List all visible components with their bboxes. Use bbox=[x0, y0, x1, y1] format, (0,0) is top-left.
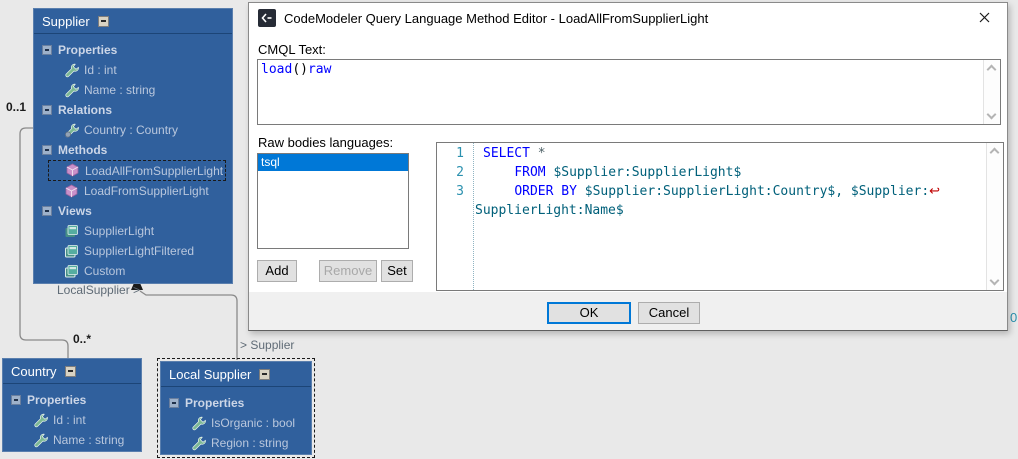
collapse-icon[interactable] bbox=[11, 395, 21, 405]
code-line: 1 SELECT * bbox=[437, 146, 986, 165]
chevron-up-icon[interactable] bbox=[989, 147, 1000, 158]
property-item[interactable]: Region : string bbox=[161, 433, 305, 453]
section-views[interactable]: Views bbox=[34, 201, 232, 221]
view-icon bbox=[65, 264, 78, 277]
entity-header[interactable]: Supplier bbox=[34, 9, 232, 34]
view-item[interactable]: SupplierLightFiltered bbox=[34, 241, 226, 261]
languages-listbox[interactable]: tsql bbox=[257, 153, 409, 249]
code-line: 2 FROM $Supplier:SupplierLight$ bbox=[437, 165, 986, 184]
close-button[interactable] bbox=[962, 3, 1007, 32]
method-editor-dialog: CodeModeler Query Language Method Editor… bbox=[248, 2, 1008, 331]
relation-wrench-icon bbox=[65, 123, 79, 137]
view-icon bbox=[65, 224, 78, 237]
language-list-item[interactable]: tsql bbox=[258, 154, 408, 171]
property-item[interactable]: IsOrganic : bool bbox=[161, 413, 305, 433]
property-item[interactable]: Name : string bbox=[34, 80, 226, 100]
word-wrap-icon: ↩ bbox=[929, 184, 941, 199]
editor-scrollbar[interactable] bbox=[986, 143, 1003, 290]
collapse-icon[interactable] bbox=[97, 15, 109, 27]
diagram-canvas: 0..1 0..* LocalSupplier > > Supplier 0 S… bbox=[0, 0, 1018, 459]
relation-label: > Supplier bbox=[240, 338, 295, 352]
multiplicity-label: 0..* bbox=[73, 332, 92, 346]
cmql-token: () bbox=[292, 62, 308, 77]
entity-title: Supplier bbox=[42, 13, 90, 29]
multiplicity-label: 0..1 bbox=[6, 100, 27, 114]
entity-supplier[interactable]: Supplier Properties Id : int Name : stri… bbox=[33, 8, 233, 284]
section-properties[interactable]: Properties bbox=[161, 393, 311, 413]
collapse-icon[interactable] bbox=[42, 45, 52, 55]
wrench-icon bbox=[192, 416, 206, 430]
chevron-down-icon[interactable] bbox=[986, 109, 997, 120]
dialog-title: CodeModeler Query Language Method Editor… bbox=[284, 10, 709, 26]
sql-code-editor[interactable]: 1 SELECT * 2 FROM $Supplier:SupplierLigh… bbox=[436, 142, 1004, 291]
method-item-selected[interactable]: LoadAllFromSupplierLight bbox=[48, 160, 226, 181]
entity-title: Country bbox=[11, 363, 57, 379]
view-icon bbox=[65, 244, 78, 257]
chevron-down-icon[interactable] bbox=[989, 275, 1000, 286]
relation-item[interactable]: Country : Country bbox=[34, 120, 226, 140]
cmql-token: raw bbox=[307, 62, 332, 77]
close-icon bbox=[979, 12, 990, 23]
cmql-token: load bbox=[261, 62, 293, 77]
app-icon bbox=[258, 9, 276, 27]
collapse-icon[interactable] bbox=[42, 206, 52, 216]
cmql-scrollbar[interactable] bbox=[983, 60, 1000, 124]
dialog-titlebar[interactable]: CodeModeler Query Language Method Editor… bbox=[249, 3, 1007, 33]
entity-header[interactable]: Local Supplier bbox=[161, 362, 311, 387]
cmql-text-input[interactable]: load()raw bbox=[257, 59, 1001, 125]
wrench-icon bbox=[34, 413, 48, 427]
code-line: 3 ORDER BY $Supplier:SupplierLight:Count… bbox=[437, 184, 986, 203]
entity-title: Local Supplier bbox=[169, 366, 252, 382]
collapse-icon[interactable] bbox=[169, 398, 179, 408]
clipped-canvas-text: 0 bbox=[1010, 310, 1018, 325]
gutter-separator bbox=[473, 143, 474, 290]
wrench-icon bbox=[65, 83, 79, 97]
collapse-icon[interactable] bbox=[42, 105, 52, 115]
ok-button[interactable]: OK bbox=[547, 302, 631, 324]
line-number: 1 bbox=[456, 146, 464, 161]
code-line-wrapped: SupplierLight:Name$ bbox=[437, 203, 986, 222]
line-number: 3 bbox=[456, 184, 464, 199]
section-methods[interactable]: Methods bbox=[34, 140, 232, 160]
section-relations[interactable]: Relations bbox=[34, 100, 232, 120]
line-number: 2 bbox=[456, 165, 464, 180]
method-item[interactable]: LoadFromSupplierLight bbox=[34, 181, 226, 201]
wrench-icon bbox=[34, 433, 48, 447]
wrench-icon bbox=[65, 63, 79, 77]
entity-header[interactable]: Country bbox=[3, 359, 141, 384]
cancel-button[interactable]: Cancel bbox=[638, 302, 700, 324]
collapse-icon[interactable] bbox=[42, 145, 52, 155]
set-button[interactable]: Set bbox=[381, 260, 413, 282]
property-item[interactable]: Id : int bbox=[3, 410, 135, 430]
inheritance-label: LocalSupplier > bbox=[57, 283, 141, 297]
collapse-icon[interactable] bbox=[64, 365, 76, 377]
inheritance-line-localsupplier-supplier bbox=[139, 290, 238, 360]
entity-country[interactable]: Country Properties Id : int Name : strin… bbox=[2, 358, 142, 452]
collapse-icon[interactable] bbox=[259, 368, 271, 380]
view-item[interactable]: Custom bbox=[34, 261, 226, 281]
chevron-up-icon[interactable] bbox=[986, 64, 997, 75]
raw-bodies-label: Raw bodies languages: bbox=[258, 135, 394, 150]
entity-local-supplier[interactable]: Local Supplier Properties IsOrganic : bo… bbox=[157, 358, 315, 458]
property-item[interactable]: Id : int bbox=[34, 60, 226, 80]
section-properties[interactable]: Properties bbox=[3, 390, 141, 410]
add-button[interactable]: Add bbox=[257, 260, 297, 282]
property-item[interactable]: Name : string bbox=[3, 430, 135, 450]
method-cube-icon bbox=[65, 184, 78, 197]
line-number bbox=[437, 203, 473, 222]
cmql-text-label: CMQL Text: bbox=[258, 42, 326, 57]
method-cube-icon bbox=[66, 163, 79, 177]
wrench-icon bbox=[192, 436, 206, 450]
remove-button[interactable]: Remove bbox=[319, 260, 377, 282]
section-properties[interactable]: Properties bbox=[34, 40, 232, 60]
view-item[interactable]: SupplierLight bbox=[34, 221, 226, 241]
